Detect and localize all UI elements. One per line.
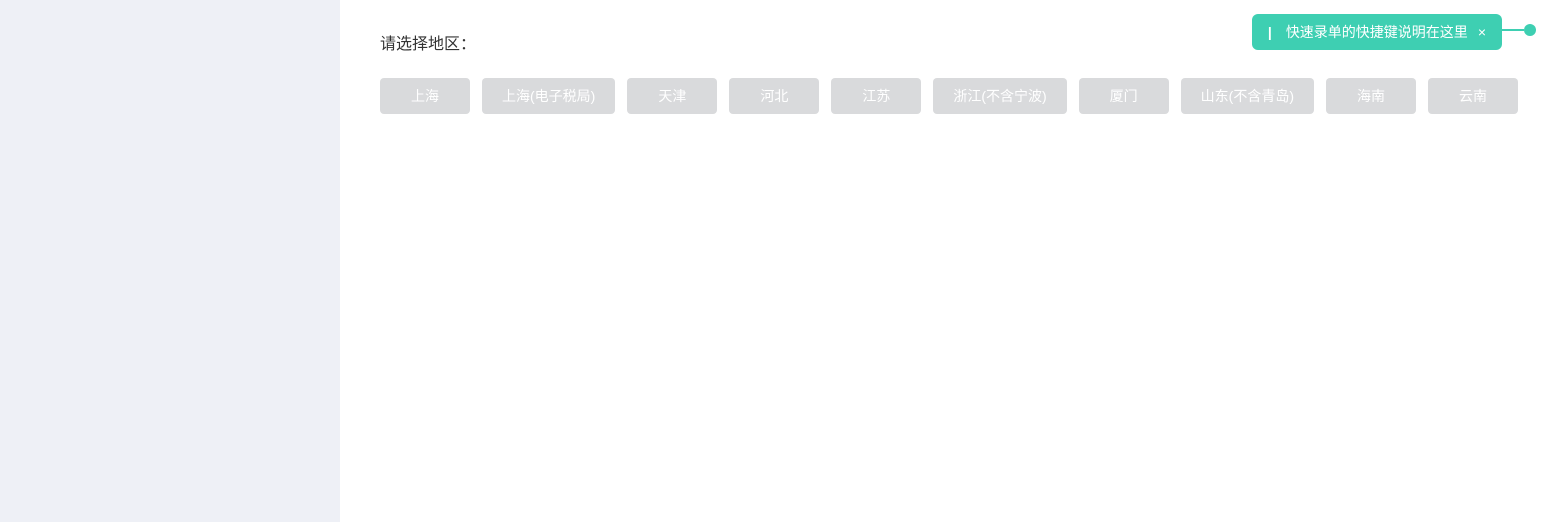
region-button[interactable]: 上海(电子税局) bbox=[482, 78, 615, 114]
main-content: 请选择地区： 上海上海(电子税局)天津河北江苏浙江(不含宁波)厦门山东(不含青岛… bbox=[340, 0, 1562, 522]
sidebar bbox=[0, 0, 340, 522]
dot-indicator bbox=[1524, 24, 1536, 36]
region-button[interactable]: 上海 bbox=[380, 78, 470, 114]
region-button[interactable]: 海南 bbox=[1326, 78, 1416, 114]
region-buttons-container: 上海上海(电子税局) 天津河北江苏浙江(不含宁波) 厦门山东(不含青岛) 海南云南 bbox=[380, 78, 1522, 114]
tooltip-text: 快速录单的快捷键说明在这里 bbox=[1286, 22, 1468, 42]
region-button[interactable]: 浙江(不含宁波) bbox=[933, 78, 1066, 114]
tooltip-notification: 快速录单的快捷键说明在这里 × bbox=[1252, 14, 1502, 50]
region-button[interactable]: 厦门 bbox=[1079, 78, 1169, 114]
region-button[interactable]: 云南 bbox=[1428, 78, 1518, 114]
region-button[interactable]: 江苏 bbox=[831, 78, 921, 114]
region-button[interactable]: 天津 bbox=[627, 78, 717, 114]
tooltip-close-button[interactable]: × bbox=[1478, 24, 1486, 40]
region-button[interactable]: 山东(不含青岛) bbox=[1181, 78, 1314, 114]
region-button[interactable]: 河北 bbox=[729, 78, 819, 114]
dot-line bbox=[1496, 29, 1524, 31]
